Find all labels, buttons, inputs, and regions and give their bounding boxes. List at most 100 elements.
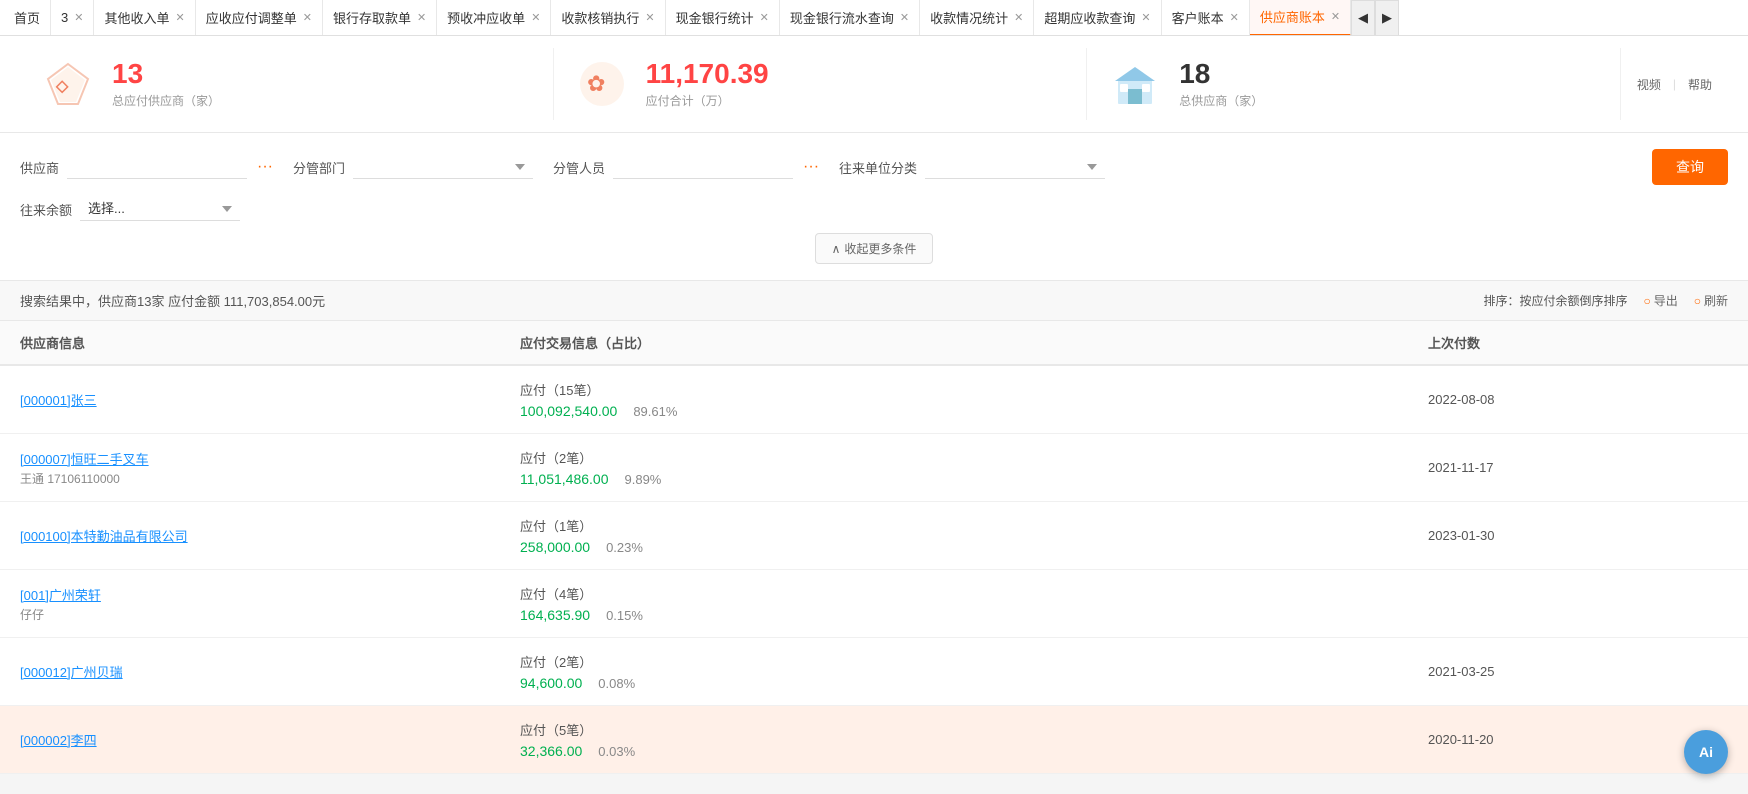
nav-tab-receipt-stat[interactable]: 收款情况统计 ✕ — [920, 0, 1034, 36]
department-select[interactable] — [353, 155, 533, 179]
supplier-link-000100[interactable]: [000100]本特勤油品有限公司 — [20, 526, 520, 545]
nav-tab-cash-bank-stat[interactable]: 现金银行统计 ✕ — [666, 0, 780, 36]
nav-tab-supplier-book-label: 供应商账本 — [1260, 7, 1325, 26]
nav-tab-home[interactable]: 首页 — [4, 0, 51, 36]
payable-suppliers-label: 总应付供应商（家） — [112, 92, 220, 109]
nav-tab-cash-flow-query[interactable]: 现金银行流水查询 ✕ — [780, 0, 920, 36]
supplier-link-000001[interactable]: [000001]张三 — [20, 390, 520, 409]
nav-tab-overdue-ar-close[interactable]: ✕ — [1141, 11, 1150, 24]
stat-card-total-suppliers: 18 总供应商（家） — [1087, 48, 1621, 120]
supplier-label: 供应商 — [20, 158, 59, 177]
nav-tab-cash-bank-stat-close[interactable]: ✕ — [760, 11, 769, 24]
nav-tab-receipt-stat-label: 收款情况统计 — [930, 8, 1008, 27]
nav-tab-receipt-verify[interactable]: 收款核销执行 ✕ — [551, 0, 665, 36]
nav-tab-advance-ar[interactable]: 预收冲应收单 ✕ — [437, 0, 551, 36]
table-row: [000001]张三 应付（15笔） 100,092,540.00 89.61%… — [0, 366, 1748, 434]
nav-tab-customer-book-close[interactable]: ✕ — [1230, 11, 1239, 24]
nav-tab-receipt-stat-close[interactable]: ✕ — [1014, 11, 1023, 24]
table-header: 供应商信息 应付交易信息（占比） 上次付数 — [0, 321, 1748, 366]
video-link[interactable]: 视频 — [1637, 76, 1661, 93]
nav-tab-supplier-book-close[interactable]: ✕ — [1331, 10, 1340, 23]
last-payment-000100: 2023-01-30 — [1428, 528, 1728, 543]
supplier-field: 供应商 ··· — [20, 155, 273, 179]
balance-select[interactable]: 选择... — [80, 197, 240, 221]
nav-tab-ar-ap-adjust[interactable]: 应收应付调整单 ✕ — [196, 0, 323, 36]
nav-prev-arrow[interactable]: ◀ — [1351, 0, 1375, 36]
nav-tab-receipt-verify-close[interactable]: ✕ — [645, 11, 654, 24]
transaction-label-001: 应付（4笔） — [520, 584, 1428, 603]
balance-field: 往来余额 选择... — [20, 197, 240, 221]
supplier-sub-001: 仔仔 — [20, 606, 520, 623]
transaction-amount-000002: 32,366.00 — [520, 743, 582, 759]
table-row: [000100]本特勤油品有限公司 应付（1笔） 258,000.00 0.23… — [0, 502, 1748, 570]
transaction-info-001: 应付（4笔） 164,635.90 0.15% — [520, 584, 1428, 623]
nav-tab-receipt-verify-label: 收款核销执行 — [561, 8, 639, 27]
person-input[interactable] — [613, 155, 793, 179]
total-suppliers-number: 18 — [1179, 60, 1263, 88]
supplier-dots[interactable]: ··· — [257, 158, 273, 176]
category-field: 往来单位分类 — [839, 155, 1105, 179]
transaction-pct-000012: 0.08% — [598, 676, 635, 691]
nav-tab-3-label: 3 — [61, 10, 68, 25]
transaction-pct-000007: 9.89% — [625, 472, 662, 487]
ai-badge[interactable]: Ai — [1684, 730, 1728, 774]
supplier-info-000001: [000001]张三 — [20, 390, 520, 409]
nav-tab-bank-deposit-label: 银行存取款单 — [333, 8, 411, 27]
nav-tab-3-close[interactable]: ✕ — [74, 11, 83, 24]
transaction-pct-000100: 0.23% — [606, 540, 643, 555]
refresh-button[interactable]: ○ 刷新 — [1694, 292, 1728, 309]
supplier-link-000002[interactable]: [000002]李四 — [20, 730, 520, 749]
last-payment-000007: 2021-11-17 — [1428, 460, 1728, 475]
help-link[interactable]: 帮助 — [1688, 76, 1712, 93]
table-row: [001]广州荣轩 仔仔 应付（4笔） 164,635.90 0.15% — [0, 570, 1748, 638]
transaction-label-000001: 应付（15笔） — [520, 380, 1428, 399]
nav-tab-cash-flow-query-close[interactable]: ✕ — [900, 11, 909, 24]
nav-tab-advance-ar-close[interactable]: ✕ — [531, 11, 540, 24]
supplier-input[interactable] — [67, 155, 247, 179]
col-header-supplier: 供应商信息 — [20, 333, 520, 352]
nav-tab-3[interactable]: 3 ✕ — [51, 0, 94, 36]
nav-tab-supplier-book[interactable]: 供应商账本 ✕ — [1250, 0, 1351, 36]
sort-label[interactable]: 排序：按应付余额倒序排序 — [1483, 292, 1627, 309]
export-button[interactable]: ○ 导出 — [1643, 292, 1677, 309]
transaction-info-000001: 应付（15笔） 100,092,540.00 89.61% — [520, 380, 1428, 419]
payable-amount-number: 11,170.39 — [646, 60, 769, 88]
supplier-link-000012[interactable]: [000012]广州贝瑞 — [20, 662, 520, 681]
search-row-2: 往来余额 选择... — [20, 197, 1728, 221]
department-field: 分管部门 — [293, 155, 533, 179]
nav-tab-cash-flow-query-label: 现金银行流水查询 — [790, 8, 894, 27]
supplier-info-000012: [000012]广州贝瑞 — [20, 662, 520, 681]
transaction-amount-000012: 94,600.00 — [520, 675, 582, 691]
results-bar: 搜索结果中，供应商13家 应付金额 111,703,854.00元 排序：按应付… — [0, 281, 1748, 321]
transaction-info-000012: 应付（2笔） 94,600.00 0.08% — [520, 652, 1428, 691]
stat-info-payable-suppliers: 13 总应付供应商（家） — [112, 60, 220, 109]
supplier-link-000007[interactable]: [000007]恒旺二手叉车 — [20, 449, 520, 468]
nav-tab-ar-ap-adjust-close[interactable]: ✕ — [303, 11, 312, 24]
nav-tab-other-income[interactable]: 其他收入单 ✕ — [94, 0, 195, 36]
nav-tab-customer-book[interactable]: 客户账本 ✕ — [1162, 0, 1250, 36]
divider-1: | — [1673, 77, 1676, 91]
last-payment-000002: 2020-11-20 — [1428, 732, 1728, 747]
transaction-row-000002: 32,366.00 0.03% — [520, 743, 1428, 759]
person-dots[interactable]: ··· — [803, 158, 819, 176]
query-button[interactable]: 查询 — [1652, 149, 1728, 185]
results-actions: 排序：按应付余额倒序排序 ○ 导出 ○ 刷新 — [1483, 292, 1728, 309]
transaction-row-000001: 100,092,540.00 89.61% — [520, 403, 1428, 419]
nav-tab-other-income-close[interactable]: ✕ — [175, 11, 184, 24]
nav-tab-home-label: 首页 — [14, 8, 40, 27]
transaction-label-000012: 应付（2笔） — [520, 652, 1428, 671]
transaction-info-000007: 应付（2笔） 11,051,486.00 9.89% — [520, 448, 1428, 487]
collapse-button[interactable]: ∧ 收起更多条件 — [815, 233, 934, 264]
nav-next-arrow[interactable]: ▶ — [1375, 0, 1399, 36]
transaction-label-000002: 应付（5笔） — [520, 720, 1428, 739]
transaction-row-000007: 11,051,486.00 9.89% — [520, 471, 1428, 487]
category-select[interactable] — [925, 155, 1105, 179]
supplier-link-001[interactable]: [001]广州荣轩 — [20, 585, 520, 604]
transaction-row-000100: 258,000.00 0.23% — [520, 539, 1428, 555]
nav-tab-bank-deposit[interactable]: 银行存取款单 ✕ — [323, 0, 437, 36]
transaction-amount-001: 164,635.90 — [520, 607, 590, 623]
stat-card-payable-suppliers: ◇ 13 总应付供应商（家） — [20, 48, 554, 120]
nav-tab-overdue-ar[interactable]: 超期应收款查询 ✕ — [1034, 0, 1161, 36]
nav-tab-bank-deposit-close[interactable]: ✕ — [417, 11, 426, 24]
transaction-pct-000002: 0.03% — [598, 744, 635, 759]
